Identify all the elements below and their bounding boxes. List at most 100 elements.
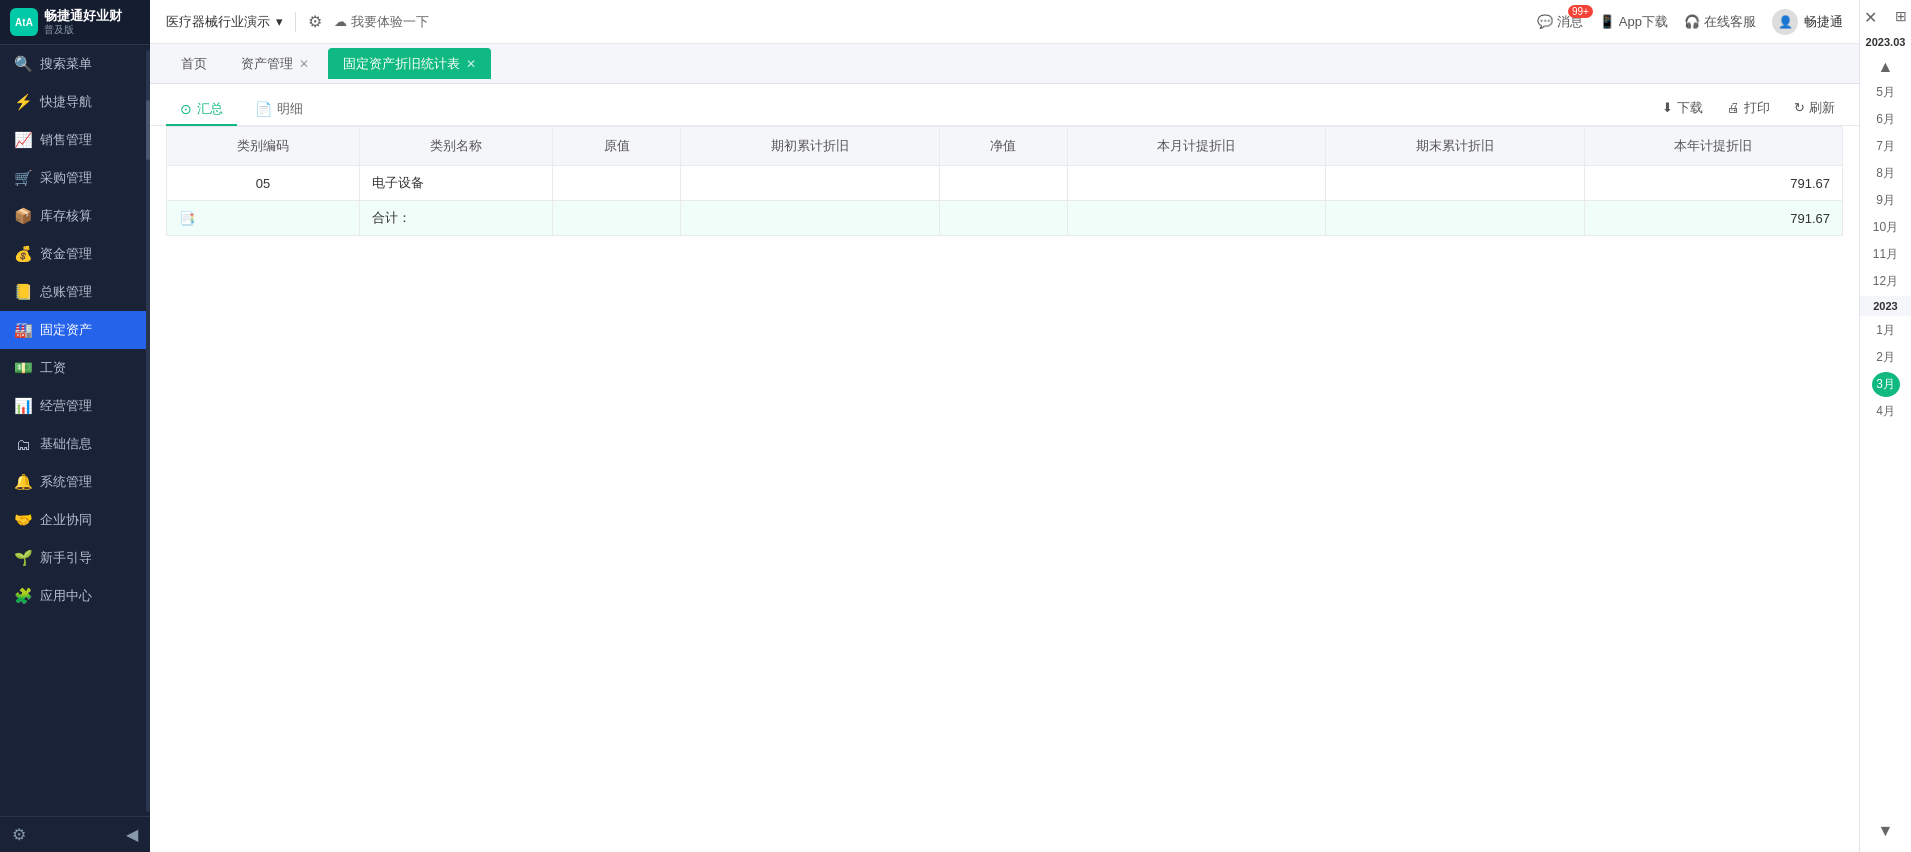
sidebar-item-ledger[interactable]: 📒总账管理 — [0, 273, 150, 311]
nav-icon-system: 🔔 — [14, 473, 32, 491]
sidebar-item-system[interactable]: 🔔系统管理 — [0, 463, 150, 501]
panel-date-label: 2023.03 — [1866, 36, 1906, 48]
col-header-monthly: 本月计提折旧 — [1067, 127, 1325, 166]
topbar-user[interactable]: 👤 畅捷通 — [1772, 9, 1843, 35]
nav-label-enterprise: 企业协同 — [40, 511, 92, 529]
sidebar-item-guide[interactable]: 🌱新手引导 — [0, 539, 150, 577]
logo-title: 畅捷通好业财 — [44, 8, 122, 24]
sidebar-nav: 🔍搜索菜单⚡快捷导航📈销售管理🛒采购管理📦库存核算 💰 资金管理 📒总账管理🏭固定资产… — [0, 45, 150, 816]
print-label: 打印 — [1744, 99, 1770, 117]
topbar-service-btn[interactable]: 🎧 在线客服 — [1684, 13, 1756, 31]
nav-label-basic: 基础信息 — [40, 435, 92, 453]
subtotal-row: 📑 合计： 791.67 — [167, 201, 1843, 236]
message-badge: 99+ — [1568, 5, 1593, 18]
subtotal-monthly — [1067, 201, 1325, 236]
sidebar-item-business[interactable]: 📊经营管理 — [0, 387, 150, 425]
month-list: 5月 6月 7月 8月 9月 10月 11月 12月 2023 1月 2月 3月… — [1860, 80, 1911, 818]
sub-tab-summary[interactable]: ⊙ 汇总 — [166, 94, 237, 126]
col-header-code: 类别编码 — [167, 127, 360, 166]
sidebar-item-inventory[interactable]: 📦库存核算 — [0, 197, 150, 235]
row-yearly: 791.67 — [1584, 166, 1842, 201]
topbar-app-download-btn[interactable]: 📱 App下载 — [1599, 13, 1668, 31]
sidebar-item-quicknav[interactable]: ⚡快捷导航 — [0, 83, 150, 121]
nav-icon-sales: 📈 — [14, 131, 32, 149]
month-2[interactable]: 2月 — [1860, 345, 1911, 370]
subtotal-net — [939, 201, 1067, 236]
tab-depreciation[interactable]: 固定资产折旧统计表 ✕ — [328, 48, 491, 79]
nav-icon-ledger: 📒 — [14, 283, 32, 301]
month-3[interactable]: 3月 — [1872, 372, 1900, 397]
topbar-settings-btn[interactable]: ⚙ — [308, 12, 322, 31]
topbar-message-btn[interactable]: 💬 消息 99+ — [1537, 13, 1583, 31]
panel-nav-down[interactable]: ▼ — [1874, 818, 1898, 844]
table-row[interactable]: 05 电子设备 791.67 — [167, 166, 1843, 201]
sidebar-item-payroll[interactable]: 💵工资 — [0, 349, 150, 387]
detail-icon: 📄 — [255, 101, 272, 117]
page-content: ⊙ 汇总 📄 明细 ⬇ 下载 🖨 打印 ↻ 刷新 — [150, 84, 1859, 852]
print-btn[interactable]: 🖨 打印 — [1719, 95, 1778, 121]
col-header-net: 净值 — [939, 127, 1067, 166]
sidebar-item-search[interactable]: 🔍搜索菜单 — [0, 45, 150, 83]
table-wrap: 类别编码 类别名称 原值 期初累计折旧 净值 本月计提折旧 期末累计折旧 本年计… — [150, 126, 1859, 852]
sidebar-item-purchase[interactable]: 🛒采购管理 — [0, 159, 150, 197]
topbar-divider — [295, 12, 296, 32]
tabs-bar: 首页 资产管理 ✕ 固定资产折旧统计表 ✕ — [150, 44, 1859, 84]
panel-close-btn[interactable]: ✕ — [1864, 8, 1877, 28]
sidebar-item-capital[interactable]: 💰 资金管理 — [0, 235, 150, 273]
row-period-end — [1326, 166, 1584, 201]
nav-icon-capital: 💰 — [14, 245, 32, 263]
sidebar-item-sales[interactable]: 📈销售管理 — [0, 121, 150, 159]
row-original — [553, 166, 681, 201]
month-4[interactable]: 4月 — [1860, 399, 1911, 424]
month-item[interactable]: 7月 — [1860, 134, 1911, 159]
nav-label-payroll: 工资 — [40, 359, 66, 377]
subtotal-icon-cell: 📑 — [167, 201, 360, 236]
refresh-btn[interactable]: ↻ 刷新 — [1786, 95, 1843, 121]
year-label-2023: 2023 — [1860, 296, 1911, 316]
tab-home-label: 首页 — [181, 55, 207, 73]
experience-label: 我要体验一下 — [351, 13, 429, 31]
sub-tab-detail[interactable]: 📄 明细 — [241, 94, 317, 126]
month-item[interactable]: 11月 — [1860, 242, 1911, 267]
col-header-yearly: 本年计提折旧 — [1584, 127, 1842, 166]
nav-icon-guide: 🌱 — [14, 549, 32, 567]
sidebar-collapse-icon[interactable]: ◀ — [126, 825, 138, 844]
month-item[interactable]: 12月 — [1860, 269, 1911, 294]
month-item[interactable]: 6月 — [1860, 107, 1911, 132]
month-item[interactable]: 9月 — [1860, 188, 1911, 213]
month-item[interactable]: 8月 — [1860, 161, 1911, 186]
nav-icon-quicknav: ⚡ — [14, 93, 32, 111]
sidebar-settings-icon[interactable]: ⚙ — [12, 825, 26, 844]
sidebar-item-basic[interactable]: 🗂 基础信息 — [0, 425, 150, 463]
subtotal-original — [553, 201, 681, 236]
row-monthly — [1067, 166, 1325, 201]
month-item[interactable]: 5月 — [1860, 80, 1911, 105]
subtotal-yearly: 791.67 — [1584, 201, 1842, 236]
nav-icon-purchase: 🛒 — [14, 169, 32, 187]
summary-icon: ⊙ — [180, 101, 192, 117]
nav-icon-enterprise: 🤝 — [14, 511, 32, 529]
topbar: 医疗器械行业演示 ▾ ⚙ ☁ 我要体验一下 💬 消息 99+ 📱 App下载 🎧… — [150, 0, 1859, 44]
panel-expand-btn[interactable]: ⊞ — [1895, 8, 1907, 24]
topbar-company[interactable]: 医疗器械行业演示 ▾ — [166, 13, 283, 31]
row-name: 电子设备 — [360, 166, 553, 201]
sidebar-bottom: ⚙ ◀ — [0, 816, 150, 852]
month-item[interactable]: 10月 — [1860, 215, 1911, 240]
refresh-label: 刷新 — [1809, 99, 1835, 117]
tab-asset-mgmt-close[interactable]: ✕ — [299, 57, 309, 71]
download-btn[interactable]: ⬇ 下载 — [1654, 95, 1711, 121]
sidebar-item-enterprise[interactable]: 🤝 企业协同 — [0, 501, 150, 539]
sidebar-item-appstore[interactable]: 🧩应用中心 — [0, 577, 150, 615]
panel-nav-up[interactable]: ▲ — [1874, 54, 1898, 80]
download-icon: 📱 — [1599, 14, 1615, 29]
sidebar-item-fixedasset[interactable]: 🏭固定资产 — [0, 311, 150, 349]
month-1[interactable]: 1月 — [1860, 318, 1911, 343]
nav-label-capital: 资金管理 — [40, 245, 92, 263]
nav-icon-basic: 🗂 — [14, 435, 32, 453]
topbar-experience-btn[interactable]: ☁ 我要体验一下 — [334, 13, 429, 31]
tab-asset-mgmt[interactable]: 资产管理 ✕ — [226, 48, 324, 79]
tab-home[interactable]: 首页 — [166, 48, 222, 79]
subtotal-period-end — [1326, 201, 1584, 236]
tab-depreciation-close[interactable]: ✕ — [466, 57, 476, 71]
subtotal-accumulated — [681, 201, 939, 236]
